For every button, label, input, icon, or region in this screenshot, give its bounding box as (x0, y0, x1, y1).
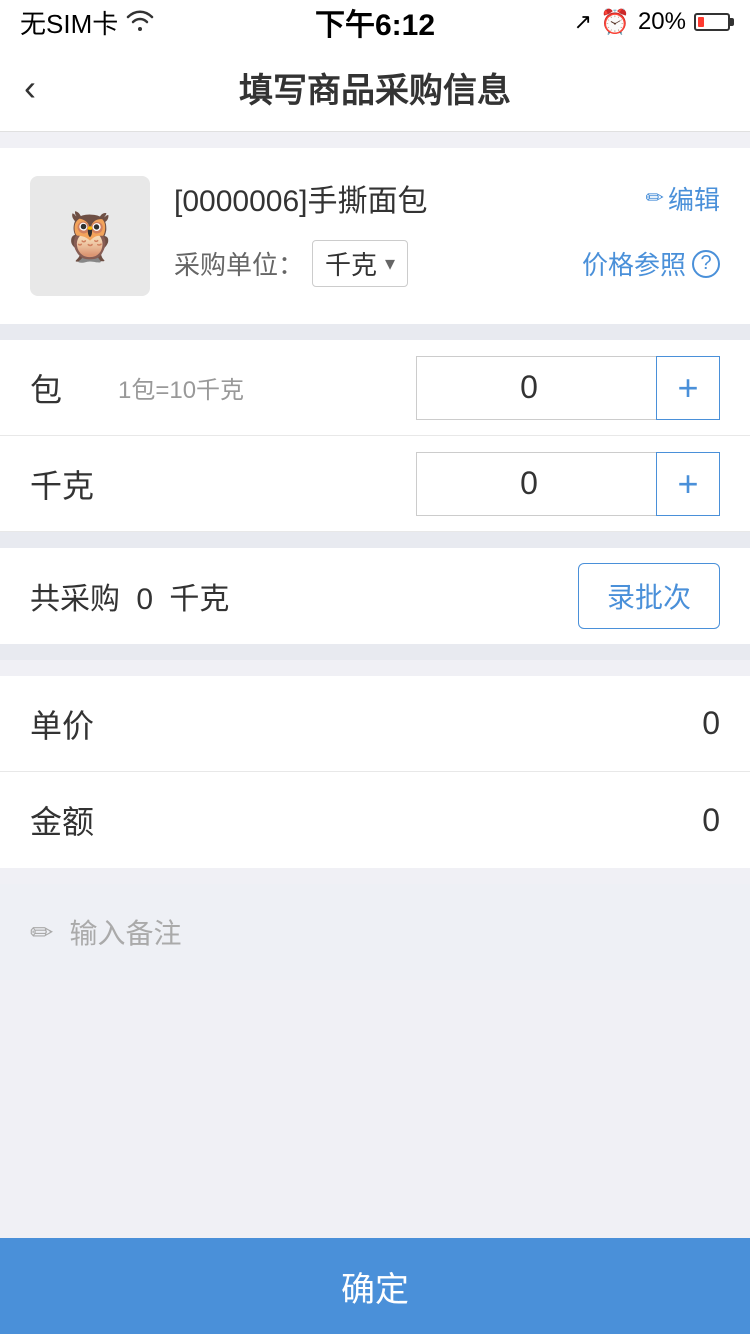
dropdown-arrow-icon: ▾ (385, 251, 395, 276)
product-logo: 🦉 (60, 208, 120, 265)
status-right: ↗ ⏰ 20% (574, 8, 730, 37)
summary-prefix: 共采购 (30, 583, 120, 616)
bag-input-control: + (244, 356, 720, 420)
unit-price-label: 单价 (30, 701, 94, 747)
kg-input-control: + (110, 452, 720, 516)
pencil-icon: ✏ (30, 916, 53, 949)
page-title: 填写商品采购信息 (239, 63, 511, 112)
edit-label: 编辑 (668, 180, 720, 217)
plus-icon-kg: + (677, 463, 698, 505)
unit-value: 千克 (325, 245, 377, 282)
status-time: 下午6:12 (315, 0, 435, 44)
status-bar: 无SIM卡 下午6:12 ↗ ⏰ 20% (0, 0, 750, 44)
wifi-icon (126, 7, 154, 38)
plus-icon: + (677, 367, 698, 409)
kg-plus-button[interactable]: + (656, 452, 720, 516)
product-image: 🦉 (30, 176, 150, 296)
price-info-section: 单价 0 金额 0 (0, 676, 750, 868)
summary-row: 共采购 0 千克 录批次 (0, 548, 750, 644)
status-left: 无SIM卡 (20, 4, 154, 41)
bag-quantity-input[interactable] (416, 356, 656, 420)
kg-label: 千克 (30, 461, 110, 507)
product-card: 🦉 [0000006]手撕面包 ✏ 编辑 采购单位： 千克 ▾ 价格参照 ? (0, 148, 750, 324)
carrier-label: 无SIM卡 (20, 4, 118, 41)
price-reference-button[interactable]: 价格参照 ? (582, 245, 720, 282)
location-icon: ↗ (574, 9, 592, 35)
unit-label: 采购单位： (174, 245, 304, 282)
confirm-button[interactable]: 确定 (0, 1238, 750, 1334)
product-name: [0000006]手撕面包 (174, 176, 427, 220)
section-divider-3 (0, 644, 750, 660)
bag-input-row: 包 1包=10千克 + (0, 340, 750, 436)
amount-label: 金额 (30, 797, 94, 843)
edit-button[interactable]: ✏ 编辑 (646, 180, 720, 217)
summary-text: 共采购 0 千克 (30, 574, 229, 618)
note-placeholder: 输入备注 (69, 912, 181, 952)
unit-price-row: 单价 0 (0, 676, 750, 772)
battery-percent: 20% (638, 8, 686, 36)
section-divider-2 (0, 532, 750, 548)
edit-icon: ✏ (646, 185, 664, 211)
unit-row: 采购单位： 千克 ▾ 价格参照 ? (174, 240, 720, 287)
amount-value: 0 (702, 802, 720, 839)
unit-price-value: 0 (702, 705, 720, 742)
alarm-icon: ⏰ (600, 8, 630, 37)
kg-quantity-input[interactable] (416, 452, 656, 516)
nav-bar: ‹ 填写商品采购信息 (0, 44, 750, 132)
input-section: 包 1包=10千克 + 千克 + (0, 340, 750, 532)
bag-label: 包 (30, 365, 110, 411)
product-info: [0000006]手撕面包 ✏ 编辑 采购单位： 千克 ▾ 价格参照 ? (174, 176, 720, 287)
kg-input-row: 千克 + (0, 436, 750, 532)
price-ref-label: 价格参照 (582, 245, 686, 282)
note-section[interactable]: ✏ 输入备注 (0, 884, 750, 980)
bag-plus-button[interactable]: + (656, 356, 720, 420)
section-divider-1 (0, 324, 750, 340)
help-icon: ? (692, 250, 720, 278)
battery-icon (694, 13, 730, 31)
unit-select[interactable]: 千克 ▾ (312, 240, 408, 287)
back-button[interactable]: ‹ (24, 67, 36, 109)
summary-unit: 千克 (169, 583, 229, 616)
amount-row: 金额 0 (0, 772, 750, 868)
bag-sublabel: 1包=10千克 (118, 370, 244, 405)
record-batch-button[interactable]: 录批次 (578, 563, 720, 629)
summary-value: 0 (136, 583, 153, 616)
bottom-padding (0, 980, 750, 1076)
product-name-row: [0000006]手撕面包 ✏ 编辑 (174, 176, 720, 220)
